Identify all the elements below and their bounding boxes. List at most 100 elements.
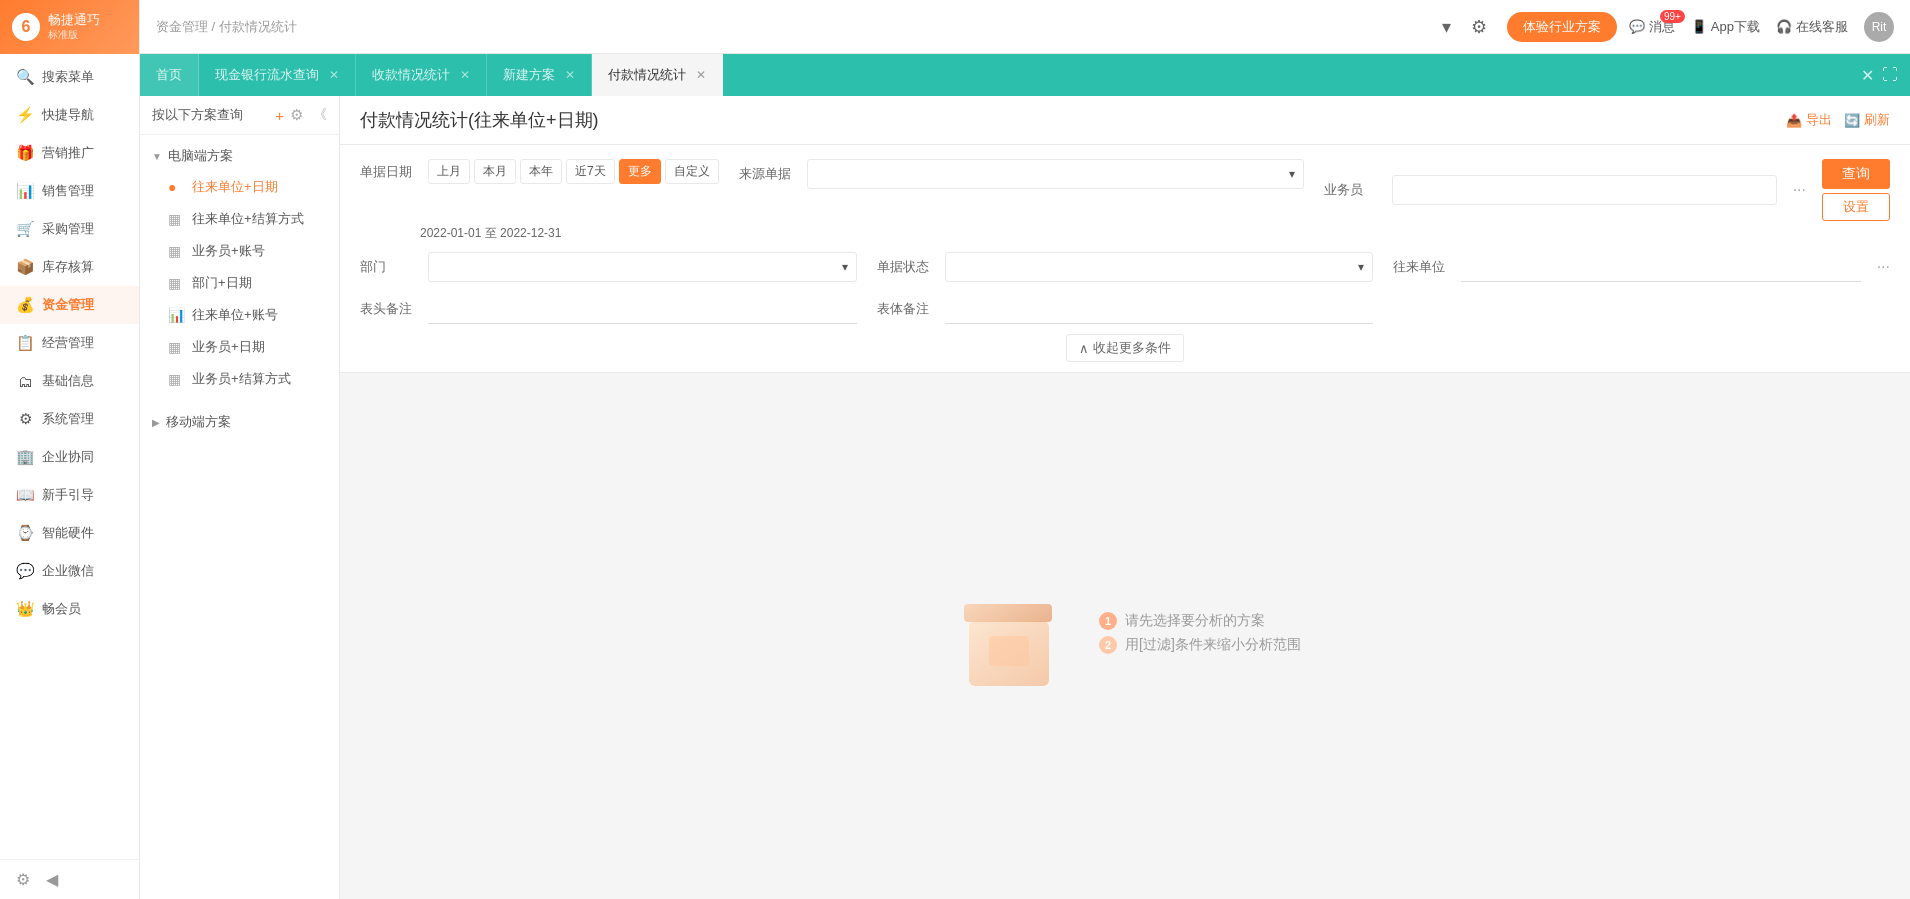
tab-income-stats[interactable]: 收款情况统计 ✕ <box>356 54 487 96</box>
unit-ellipsis-icon[interactable]: ··· <box>1877 258 1890 276</box>
hint-num-2: 2 <box>1099 636 1117 654</box>
sidebar-item-enterprise[interactable]: 🏢 企业协同 <box>0 438 139 476</box>
dept-filter-label: 部门 <box>360 258 420 276</box>
sidebar-item-system[interactable]: ⚙ 系统管理 <box>0 400 139 438</box>
tab-bank-flow-close[interactable]: ✕ <box>329 68 339 82</box>
online-service-label: 在线客服 <box>1796 18 1848 36</box>
sidebar-item-guide[interactable]: 📖 新手引导 <box>0 476 139 514</box>
sidebar-item-funds[interactable]: 💰 资金管理 <box>0 286 139 324</box>
query-button[interactable]: 查询 <box>1822 159 1890 189</box>
body-note-label: 表体备注 <box>877 300 937 318</box>
staff-ellipsis-icon[interactable]: ··· <box>1793 181 1806 199</box>
funds-icon: 💰 <box>16 296 34 314</box>
unit-select[interactable] <box>1461 252 1860 282</box>
scheme-item-dept-date-icon: ▦ <box>168 275 184 291</box>
sidebar-collapse-icon[interactable]: ◀ <box>46 870 58 889</box>
staff-filter-label: 业务员 <box>1324 181 1384 199</box>
sidebar-bottom: ⚙ ◀ <box>0 859 139 899</box>
tab-expand-icon[interactable]: ⛶ <box>1882 66 1898 84</box>
date-btn-this-month[interactable]: 本月 <box>474 159 516 184</box>
scheme-group-desktop-header[interactable]: ▼ 电脑端方案 <box>140 141 339 171</box>
sidebar-item-member[interactable]: 👑 畅会员 <box>0 590 139 628</box>
scheme-item-dept-date[interactable]: ▦ 部门+日期 <box>140 267 339 299</box>
sidebar-item-basic-info[interactable]: 🗂 基础信息 <box>0 362 139 400</box>
doc-status-select[interactable]: ▾ <box>945 252 1374 282</box>
topbar-dropdown-icon[interactable]: ▾ <box>1442 16 1451 38</box>
tab-payment-stats[interactable]: 付款情况统计 ✕ <box>592 54 723 96</box>
body-note-input[interactable] <box>945 294 1374 324</box>
scheme-add-icon[interactable]: + <box>275 107 284 124</box>
scheme-group-mobile-header[interactable]: ▶ 移动端方案 <box>140 407 339 437</box>
scheme-settings-icon[interactable]: ⚙ <box>290 106 303 124</box>
sidebar-item-label: 库存核算 <box>42 258 94 276</box>
sidebar-settings-icon[interactable]: ⚙ <box>16 870 30 889</box>
app-download-action[interactable]: 📱 App下载 <box>1691 18 1760 36</box>
tab-bank-flow[interactable]: 现金银行流水查询 ✕ <box>199 54 356 96</box>
doc-status-filter-label: 单据状态 <box>877 258 937 276</box>
sidebar-item-hardware[interactable]: ⌚ 智能硬件 <box>0 514 139 552</box>
online-service-action[interactable]: 🎧 在线客服 <box>1776 18 1848 36</box>
collapse-more-btn[interactable]: ∧ 收起更多条件 <box>1066 334 1184 362</box>
scheme-panel-header: 按以下方案查询 + ⚙ 《 <box>140 96 339 135</box>
dept-select[interactable]: ▾ <box>428 252 857 282</box>
settings-button[interactable]: 设置 <box>1822 193 1890 221</box>
sidebar-item-inventory[interactable]: 📦 库存核算 <box>0 248 139 286</box>
tab-home[interactable]: 首页 <box>140 54 199 96</box>
scheme-item-staff-account-label: 业务员+账号 <box>192 242 265 260</box>
empty-hints: 1 请先选择要分析的方案 2 用[过滤]条件来缩小分析范围 <box>1099 612 1301 660</box>
trial-button[interactable]: 体验行业方案 <box>1507 12 1617 42</box>
sidebar-item-wechat[interactable]: 💬 企业微信 <box>0 552 139 590</box>
header-note-input[interactable] <box>428 294 857 324</box>
sidebar-item-purchase[interactable]: 🛒 采购管理 <box>0 210 139 248</box>
tab-close-all-icon[interactable]: ✕ <box>1861 66 1874 85</box>
basic-info-icon: 🗂 <box>16 372 34 390</box>
source-select[interactable]: ▾ <box>807 159 1305 189</box>
scheme-item-unit-account-icon: 📊 <box>168 307 184 323</box>
sidebar-item-sales[interactable]: 📊 销售管理 <box>0 172 139 210</box>
user-avatar[interactable]: Rit <box>1864 12 1894 42</box>
scheme-item-unit-date[interactable]: ● 往来单位+日期 <box>140 171 339 203</box>
sidebar-item-marketing[interactable]: 🎁 营销推广 <box>0 134 139 172</box>
refresh-button[interactable]: 🔄 刷新 <box>1844 111 1890 129</box>
export-button[interactable]: 📤 导出 <box>1786 111 1832 129</box>
content-wrapper: 按以下方案查询 + ⚙ 《 ▼ 电脑端方案 ● 往来单位+日期 ▦ <box>140 96 1910 899</box>
scheme-item-staff-settle[interactable]: ▦ 业务员+结算方式 <box>140 363 339 395</box>
scheme-item-unit-account[interactable]: 📊 往来单位+账号 <box>140 299 339 331</box>
sidebar-item-label: 经营管理 <box>42 334 94 352</box>
tab-income-stats-label: 收款情况统计 <box>372 66 450 84</box>
tab-payment-stats-close[interactable]: ✕ <box>696 68 706 82</box>
date-btn-custom[interactable]: 自定义 <box>665 159 719 184</box>
date-btn-last-7days[interactable]: 近7天 <box>566 159 615 184</box>
sidebar-item-search-menu[interactable]: 🔍 搜索菜单 <box>0 58 139 96</box>
page-header-actions: 📤 导出 🔄 刷新 <box>1786 111 1890 129</box>
member-icon: 👑 <box>16 600 34 618</box>
logo-icon: 6 <box>12 13 40 41</box>
date-btn-last-month[interactable]: 上月 <box>428 159 470 184</box>
staff-select[interactable] <box>1392 175 1776 205</box>
scheme-item-unit-settle[interactable]: ▦ 往来单位+结算方式 <box>140 203 339 235</box>
sidebar-item-label: 搜索菜单 <box>42 68 94 86</box>
scheme-item-staff-account[interactable]: ▦ 业务员+账号 <box>140 235 339 267</box>
tab-new-scheme[interactable]: 新建方案 ✕ <box>487 54 592 96</box>
scheme-panel-title: 按以下方案查询 <box>152 106 269 124</box>
scheme-group-desktop-label: 电脑端方案 <box>168 147 233 165</box>
scheme-item-staff-account-icon: ▦ <box>168 243 184 259</box>
tab-new-scheme-close[interactable]: ✕ <box>565 68 575 82</box>
scheme-item-staff-date-label: 业务员+日期 <box>192 338 265 356</box>
scheme-item-staff-date[interactable]: ▦ 业务员+日期 <box>140 331 339 363</box>
sidebar-item-quick-nav[interactable]: ⚡ 快捷导航 <box>0 96 139 134</box>
date-btn-this-year[interactable]: 本年 <box>520 159 562 184</box>
search-menu-icon: 🔍 <box>16 68 34 86</box>
topbar-settings-icon[interactable]: ⚙ <box>1471 16 1487 38</box>
empty-state: 1 请先选择要分析的方案 2 用[过滤]条件来缩小分析范围 <box>949 586 1301 686</box>
header-note-label: 表头备注 <box>360 300 420 318</box>
sidebar-nav: 🔍 搜索菜单 ⚡ 快捷导航 🎁 营销推广 📊 销售管理 🛒 采购管理 📦 库存核… <box>0 54 139 859</box>
date-btn-more[interactable]: 更多 <box>619 159 661 184</box>
export-icon: 📤 <box>1786 113 1802 128</box>
scheme-collapse-btn[interactable]: 《 <box>313 106 327 124</box>
message-action[interactable]: 💬 消息 99+ <box>1629 18 1675 36</box>
system-icon: ⚙ <box>16 410 34 428</box>
tab-bank-flow-label: 现金银行流水查询 <box>215 66 319 84</box>
sidebar-item-operations[interactable]: 📋 经营管理 <box>0 324 139 362</box>
tab-income-stats-close[interactable]: ✕ <box>460 68 470 82</box>
